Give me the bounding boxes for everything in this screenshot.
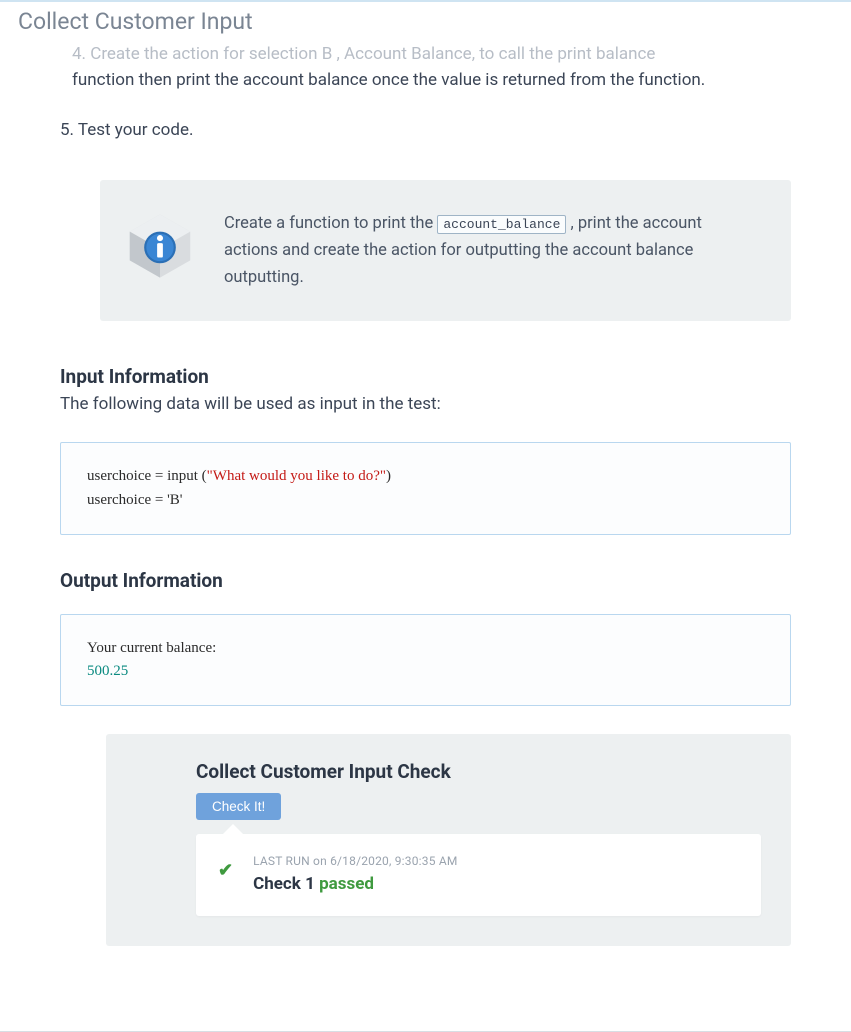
input-code-line-2: userchoice = 'B' <box>87 489 764 512</box>
check-card-title: Collect Customer Input Check <box>196 760 761 783</box>
info-callout: Create a function to print the account_b… <box>100 180 791 322</box>
input-code-box: userchoice = input ("What would you like… <box>60 442 791 535</box>
output-line-1: Your current balance: <box>87 637 764 660</box>
output-info-heading: Output Information <box>60 569 791 592</box>
instruction-step-4: 4. Create the action for selection B , A… <box>60 41 791 94</box>
code-string: "What would you like to do?" <box>207 468 386 484</box>
instruction-step-5: 5. Test your code. <box>60 120 791 140</box>
output-code-box: Your current balance: 500.25 <box>60 614 791 707</box>
result-prefix: Check 1 <box>253 874 319 894</box>
code-text: userchoice = input ( <box>87 468 207 484</box>
check-card: Collect Customer Input Check Check It! ✔… <box>106 734 791 946</box>
info-text: Create a function to print the account_b… <box>224 210 755 292</box>
page-title: Collect Customer Input <box>0 2 851 37</box>
input-info-heading: Input Information <box>60 365 791 388</box>
info-icon <box>124 210 196 282</box>
check-it-button[interactable]: Check It! <box>196 793 281 820</box>
result-speech-bubble: ✔ LAST RUN on 6/18/2020, 9:30:35 AM Chec… <box>196 834 761 916</box>
result-box: ✔ LAST RUN on 6/18/2020, 9:30:35 AM Chec… <box>196 834 761 916</box>
input-code-line-1: userchoice = input ("What would you like… <box>87 465 764 488</box>
speech-pointer <box>222 824 244 835</box>
code-text: ) <box>386 468 391 484</box>
step-4-faded-line: 4. Create the action for selection B , A… <box>72 44 655 64</box>
main-content: 4. Create the action for selection B , A… <box>0 41 851 946</box>
input-info-sub: The following data will be used as input… <box>60 394 791 414</box>
last-run-label: LAST RUN on 6/18/2020, 9:30:35 AM <box>253 854 457 868</box>
step-4-rest: function then print the account balance … <box>72 70 705 90</box>
output-line-2: 500.25 <box>87 660 764 683</box>
info-prefix: Create a function to print the <box>224 214 437 233</box>
result-status: passed <box>319 874 374 894</box>
code-chip-account-balance: account_balance <box>437 215 566 234</box>
checkmark-icon: ✔ <box>218 860 233 881</box>
result-text-block: LAST RUN on 6/18/2020, 9:30:35 AM Check … <box>253 854 457 894</box>
result-line: Check 1 passed <box>253 874 457 894</box>
